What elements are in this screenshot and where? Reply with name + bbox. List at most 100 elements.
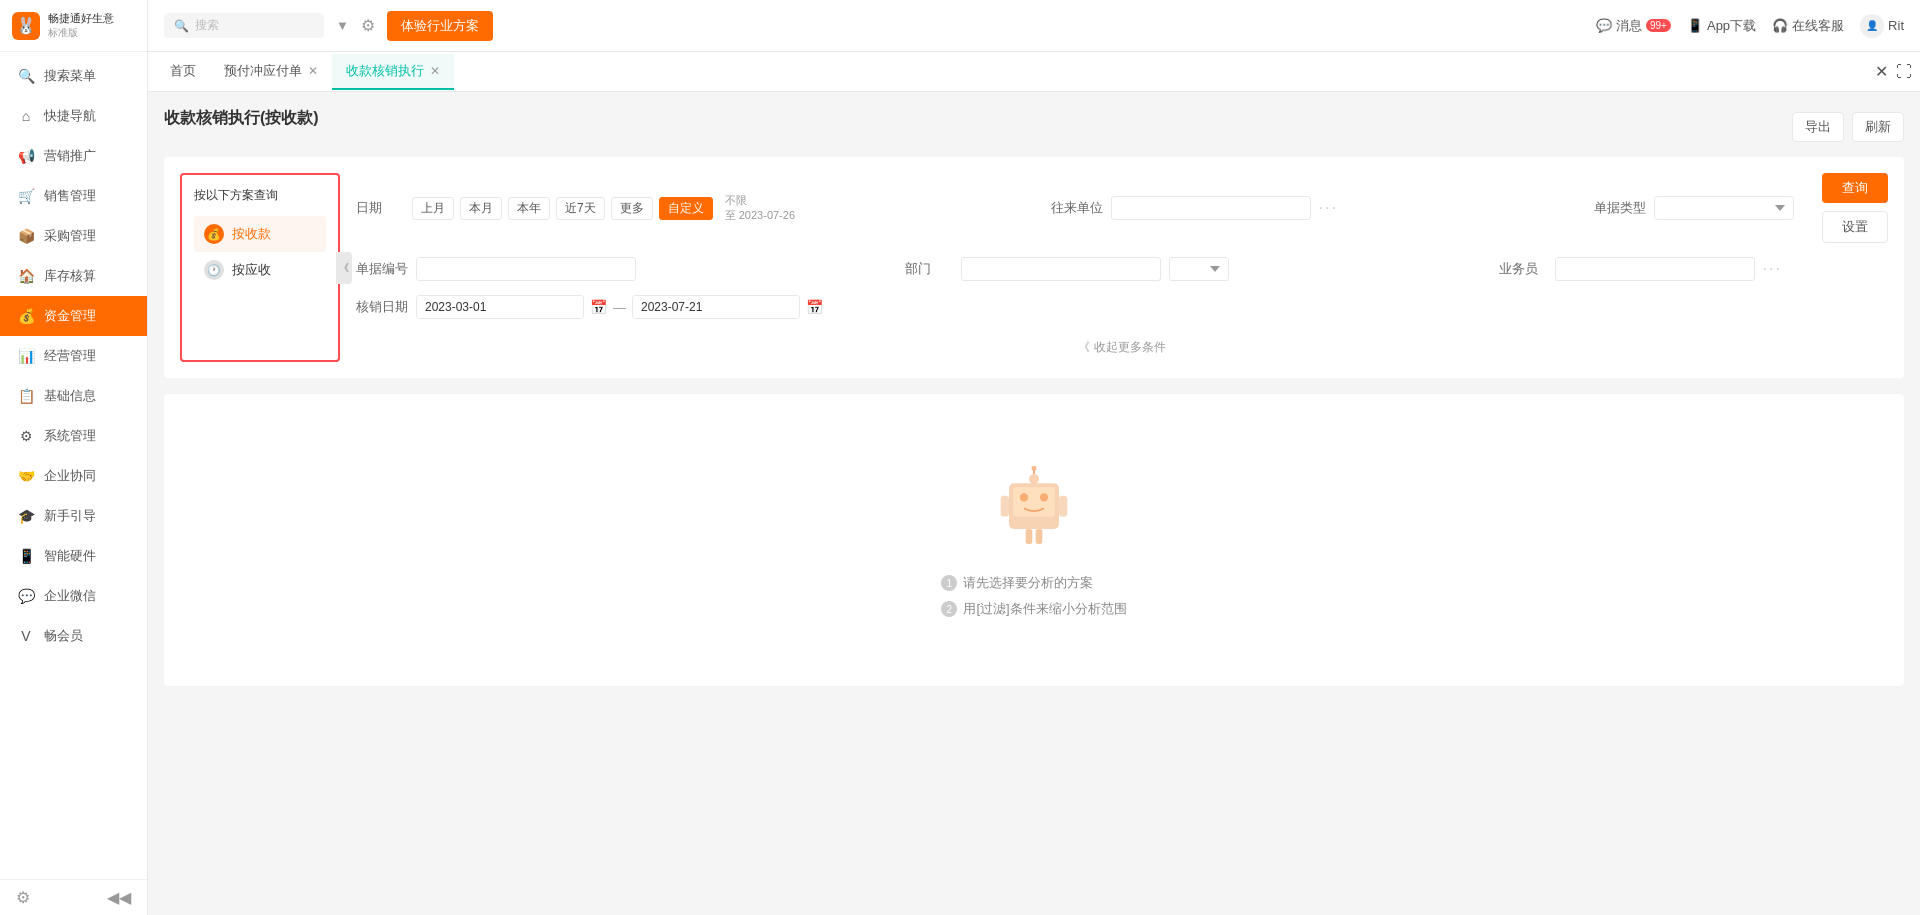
empty-tip-1: 1 请先选择要分析的方案	[941, 574, 1126, 592]
docno-label: 单据编号	[356, 260, 408, 278]
empty-tips: 1 请先选择要分析的方案 2 用[过滤]条件来缩小分析范围	[941, 574, 1126, 626]
sidebar-item-wechat[interactable]: 💬 企业微信	[0, 576, 147, 616]
salesperson-input[interactable]	[1555, 257, 1755, 281]
verify-date-end-calendar-icon[interactable]: 📅	[806, 299, 823, 315]
sidebar-item-sales[interactable]: 🛒销售管理	[0, 176, 147, 216]
date-quick-btns: 上月 本月 本年 近7天 更多 自定义	[412, 197, 713, 220]
message-badge: 99+	[1646, 19, 1671, 32]
sidebar-label-hardware: 智能硬件	[44, 547, 96, 565]
sidebar-item-search[interactable]: 🔍搜索菜单	[0, 56, 147, 96]
sidebar-label-nav: 快捷导航	[44, 107, 96, 125]
wechat-icon: 💬	[16, 586, 36, 606]
svg-point-3	[1040, 493, 1048, 501]
sidebar-item-stock[interactable]: 🏠库存核算	[0, 256, 147, 296]
query-button[interactable]: 查询	[1822, 173, 1888, 203]
refresh-button[interactable]: 刷新	[1852, 112, 1904, 142]
topbar-gear-icon[interactable]: ⚙	[361, 16, 375, 35]
filter-by-receipt[interactable]: 💰 按收款	[194, 216, 326, 252]
empty-tip-2: 2 用[过滤]条件来缩小分析范围	[941, 600, 1126, 618]
sidebar-item-guide[interactable]: 🎓新手引导	[0, 496, 147, 536]
sidebar-item-basic[interactable]: 📋基础信息	[0, 376, 147, 416]
corp-icon: 🤝	[16, 466, 36, 486]
svg-rect-5	[1036, 529, 1043, 544]
date-no-limit: 不限	[725, 193, 795, 208]
doctype-select[interactable]	[1654, 196, 1794, 220]
svg-rect-4	[1026, 529, 1033, 544]
user-avatar: 👤	[1860, 14, 1884, 38]
sidebar-label-member: 畅会员	[44, 627, 83, 645]
export-button[interactable]: 导出	[1792, 112, 1844, 142]
date-separator: —	[613, 300, 626, 315]
doctype-filter: 单据类型	[1594, 196, 1794, 220]
verify-date-start[interactable]	[416, 295, 584, 319]
tab-collection-close[interactable]: ✕	[430, 64, 440, 78]
tab-prepay-close[interactable]: ✕	[308, 64, 318, 78]
user-item[interactable]: 👤 Rit	[1860, 14, 1904, 38]
filter-panel-title: 按以下方案查询	[194, 187, 326, 204]
sidebar-item-corp[interactable]: 🤝企业协同	[0, 456, 147, 496]
verify-date-end[interactable]	[632, 295, 800, 319]
sidebar-item-operate[interactable]: 📊经营管理	[0, 336, 147, 376]
sidebar: 🐰 畅捷通好生意 标准版 🔍搜索菜单⌂快捷导航📢营销推广🛒销售管理📦采购管理🏠库…	[0, 0, 148, 915]
svg-point-8	[1029, 474, 1039, 484]
sidebar-label-basic: 基础信息	[44, 387, 96, 405]
date-last-month[interactable]: 上月	[412, 197, 454, 220]
sidebar-item-purchase[interactable]: 📦采购管理	[0, 216, 147, 256]
tab-expand-icon[interactable]: ⛶	[1896, 63, 1912, 81]
date-this-month[interactable]: 本月	[460, 197, 502, 220]
settings-icon[interactable]: ⚙	[16, 888, 30, 907]
sidebar-item-nav[interactable]: ⌂ 快捷导航	[0, 96, 147, 136]
tab-home[interactable]: 首页	[156, 54, 210, 90]
svg-rect-1	[1013, 487, 1055, 516]
salesperson-more-icon[interactable]: ···	[1763, 260, 1782, 278]
empty-illustration	[984, 454, 1084, 554]
sidebar-label-wechat: 企业微信	[44, 587, 96, 605]
topbar-dropdown-icon[interactable]: ▼	[336, 18, 349, 33]
setting-button[interactable]: 设置	[1822, 211, 1888, 243]
docno-input[interactable]	[416, 257, 636, 281]
filter-panel: 按以下方案查询 💰 按收款 🕐 按应收 《 日期	[164, 157, 1904, 378]
counterparty-more-icon[interactable]: ···	[1319, 199, 1338, 217]
date-this-year[interactable]: 本年	[508, 197, 550, 220]
nav-icon: ⌂	[16, 106, 36, 126]
sidebar-item-member[interactable]: V 畅会员	[0, 616, 147, 656]
sales-icon: 🛒	[16, 186, 36, 206]
dept-input[interactable]	[961, 257, 1161, 281]
sidebar-item-marketing[interactable]: 📢营销推广	[0, 136, 147, 176]
member-icon: V	[16, 626, 36, 646]
sidebar-item-hardware[interactable]: 📱智能硬件	[0, 536, 147, 576]
collapse-more-button[interactable]: 《 收起更多条件	[1078, 339, 1166, 356]
svg-rect-7	[1059, 496, 1067, 517]
sidebar-label-marketing: 营销推广	[44, 147, 96, 165]
sidebar-item-system[interactable]: ⚙系统管理	[0, 416, 147, 456]
message-item[interactable]: 💬 消息 99+	[1596, 17, 1671, 35]
service-item[interactable]: 🎧 在线客服	[1772, 17, 1844, 35]
collapse-sidebar-icon[interactable]: ◀◀	[107, 888, 131, 907]
message-icon: 💬	[1596, 18, 1612, 33]
operate-icon: 📊	[16, 346, 36, 366]
sidebar-item-fund[interactable]: 💰资金管理	[0, 296, 147, 336]
content-area: 收款核销执行(按收款) 导出 刷新 按以下方案查询 💰 按收款 🕐 按应收 《	[148, 92, 1920, 915]
content-main: 1 请先选择要分析的方案 2 用[过滤]条件来缩小分析范围	[164, 394, 1904, 686]
message-label: 消息	[1616, 17, 1642, 35]
verify-date-start-calendar-icon[interactable]: 📅	[590, 299, 607, 315]
dept-label: 部门	[905, 260, 953, 278]
app-download-item[interactable]: 📱 App下载	[1687, 17, 1756, 35]
date-more[interactable]: 更多	[611, 197, 653, 220]
filter-by-receivable[interactable]: 🕐 按应收	[194, 252, 326, 288]
tab-collection[interactable]: 收款核销执行 ✕	[332, 54, 454, 90]
verify-date-group: 📅 — 📅	[416, 295, 823, 319]
collapse-more-row: 《 收起更多条件	[356, 333, 1888, 362]
counterparty-input[interactable]	[1111, 196, 1311, 220]
trial-button[interactable]: 体验行业方案	[387, 11, 493, 41]
dept-select[interactable]	[1169, 257, 1229, 281]
filter-row-2: 单据编号 部门 业务员 ···	[356, 257, 1888, 281]
topbar-search[interactable]: 🔍 搜索	[164, 13, 324, 38]
date-custom[interactable]: 自定义	[659, 197, 713, 220]
fund-icon: 💰	[16, 306, 36, 326]
date-7days[interactable]: 近7天	[556, 197, 605, 220]
tab-close-all-icon[interactable]: ✕	[1875, 62, 1888, 81]
counterparty-filter: 往来单位 ···	[1051, 196, 1338, 220]
filter-collapse-btn[interactable]: 《	[336, 252, 352, 284]
tab-prepay[interactable]: 预付冲应付单 ✕	[210, 54, 332, 90]
